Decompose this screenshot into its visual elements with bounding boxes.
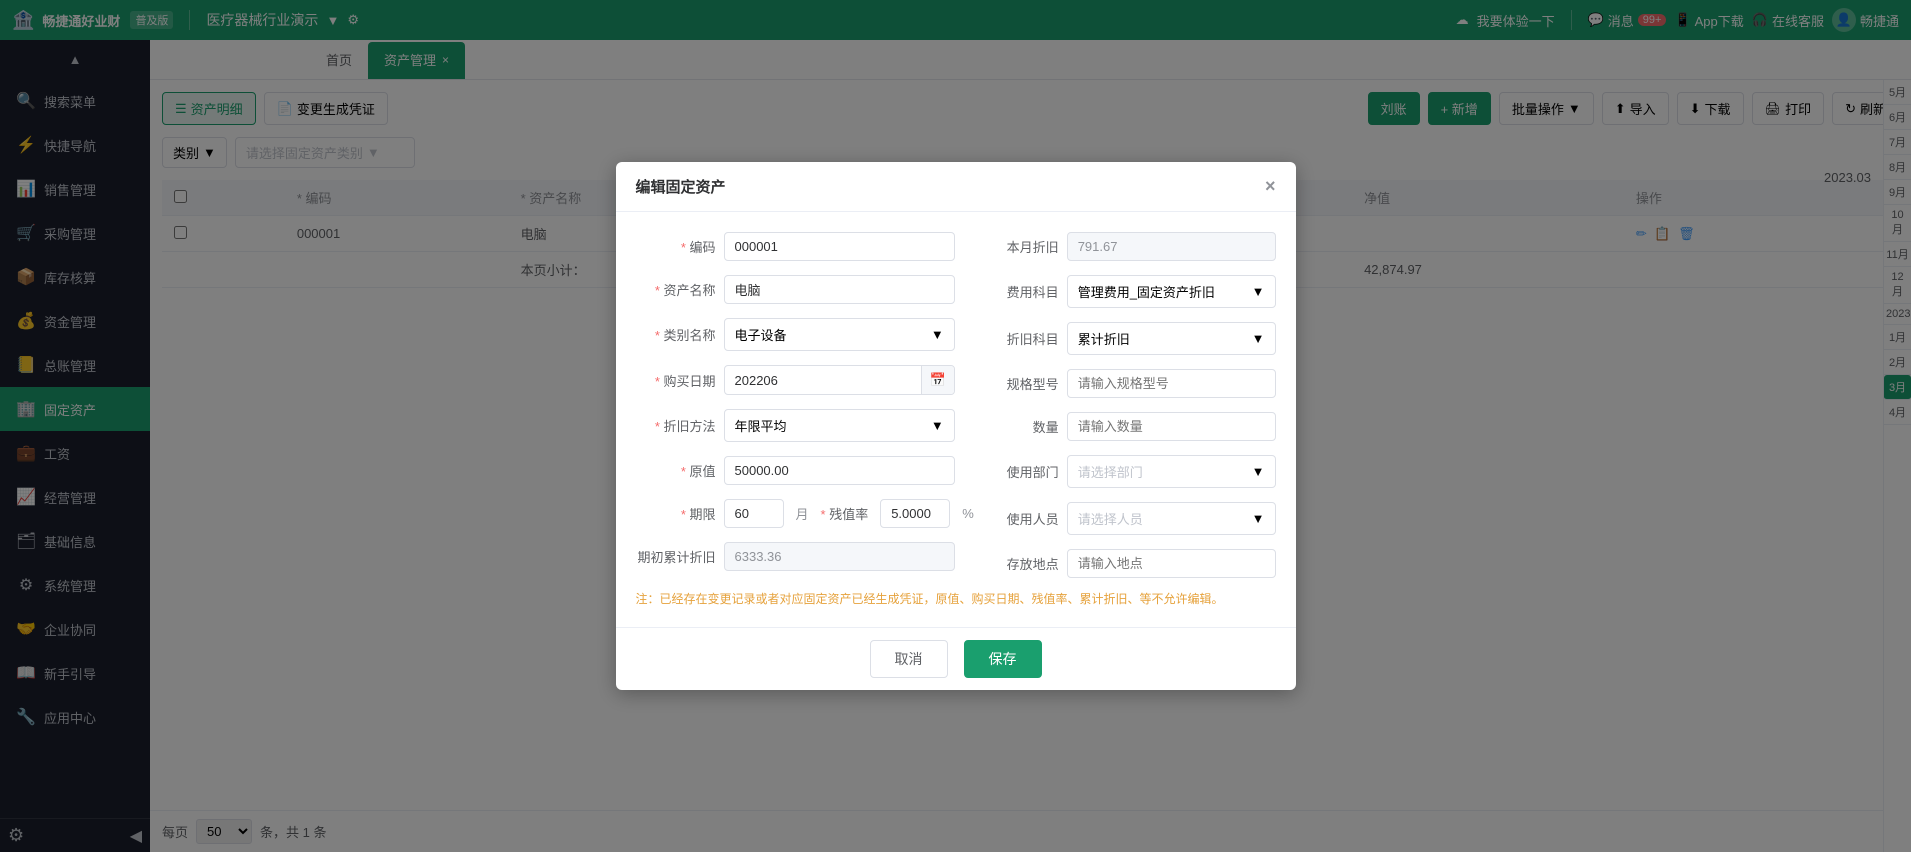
period-input[interactable]	[724, 499, 784, 528]
depreciation-method-icon: ▼	[931, 418, 944, 433]
field-dep-account: 折旧科目 累计折旧 ▼	[979, 322, 1276, 355]
field-user: 使用人员 请选择人员 ▼	[979, 502, 1276, 535]
modal-header: 编辑固定资产 ×	[616, 162, 1296, 212]
residual-rate-label: 残值率	[821, 504, 869, 523]
field-name: 资产名称	[636, 275, 955, 304]
field-quantity: 数量	[979, 412, 1276, 441]
form-right: 本月折旧 费用科目 管理费用_固定资产折旧 ▼ 折旧科目	[979, 232, 1276, 578]
quantity-label: 数量	[979, 417, 1059, 436]
form-grid: 编码 资产名称 类别名称 电子设备 ▼	[636, 232, 1276, 578]
cancel-btn[interactable]: 取消	[870, 640, 948, 678]
form-left: 编码 资产名称 类别名称 电子设备 ▼	[636, 232, 955, 578]
spec-model-input[interactable]	[1067, 369, 1276, 398]
calendar-icon[interactable]: 📅	[921, 366, 954, 394]
residual-rate-input[interactable]	[880, 499, 950, 528]
purchase-date-label: 购买日期	[636, 371, 716, 390]
monthly-dep-label: 本月折旧	[979, 237, 1059, 256]
quantity-input[interactable]	[1067, 412, 1276, 441]
user-select[interactable]: 请选择人员 ▼	[1067, 502, 1276, 535]
original-value-label: 原值	[636, 461, 716, 480]
depreciation-method-label: 折旧方法	[636, 416, 716, 435]
purchase-date-input[interactable]	[725, 367, 921, 394]
category-select-value: 电子设备	[735, 325, 787, 344]
field-monthly-dep: 本月折旧	[979, 232, 1276, 261]
field-code: 编码	[636, 232, 955, 261]
modal-overlay[interactable]: 编辑固定资产 × 编码 资产名称	[0, 0, 1911, 852]
field-spec-model: 规格型号	[979, 369, 1276, 398]
initial-dep-label: 期初累计折旧	[636, 547, 716, 566]
department-select[interactable]: 请选择部门 ▼	[1067, 455, 1276, 488]
modal-footer: 取消 保存	[616, 627, 1296, 690]
expense-account-select[interactable]: 管理费用_固定资产折旧 ▼	[1067, 275, 1276, 308]
department-icon: ▼	[1252, 464, 1265, 479]
dep-account-label: 折旧科目	[979, 329, 1059, 348]
field-purchase-date: 购买日期 📅	[636, 365, 955, 395]
field-original-value: 原值	[636, 456, 955, 485]
modal-note: 注：已经存在变更记录或者对应固定资产已经生成凭证，原值、购买日期、残值率、累计折…	[636, 590, 1276, 607]
user-label: 使用人员	[979, 509, 1059, 528]
dep-account-value: 累计折旧	[1078, 329, 1130, 348]
depreciation-method-select[interactable]: 年限平均 ▼	[724, 409, 955, 442]
depreciation-method-value: 年限平均	[735, 416, 787, 435]
field-department: 使用部门 请选择部门 ▼	[979, 455, 1276, 488]
field-expense-account: 费用科目 管理费用_固定资产折旧 ▼	[979, 275, 1276, 308]
user-placeholder: 请选择人员	[1078, 509, 1143, 528]
expense-account-label: 费用科目	[979, 282, 1059, 301]
dep-account-icon: ▼	[1252, 331, 1265, 346]
spec-model-label: 规格型号	[979, 374, 1059, 393]
field-initial-depreciation: 期初累计折旧	[636, 542, 955, 571]
category-label: 类别名称	[636, 325, 716, 344]
field-category: 类别名称 电子设备 ▼	[636, 318, 955, 351]
expense-account-value: 管理费用_固定资产折旧	[1078, 282, 1215, 301]
modal-close-btn[interactable]: ×	[1265, 176, 1276, 197]
field-location: 存放地点	[979, 549, 1276, 578]
category-select-icon: ▼	[931, 327, 944, 342]
code-label: 编码	[636, 237, 716, 256]
period-unit: 月	[796, 504, 809, 523]
expense-account-icon: ▼	[1252, 284, 1265, 299]
edit-asset-modal: 编辑固定资产 × 编码 资产名称	[616, 162, 1296, 690]
location-input[interactable]	[1067, 549, 1276, 578]
user-icon: ▼	[1252, 511, 1265, 526]
category-select[interactable]: 电子设备 ▼	[724, 318, 955, 351]
modal-title: 编辑固定资产	[636, 176, 726, 197]
residual-rate-unit: %	[962, 506, 974, 521]
initial-dep-input	[724, 542, 955, 571]
location-label: 存放地点	[979, 554, 1059, 573]
monthly-dep-input	[1067, 232, 1276, 261]
dep-account-select[interactable]: 累计折旧 ▼	[1067, 322, 1276, 355]
department-label: 使用部门	[979, 462, 1059, 481]
original-value-input[interactable]	[724, 456, 955, 485]
field-period: 期限 月 残值率 %	[636, 499, 955, 528]
period-label: 期限	[636, 504, 716, 523]
department-placeholder: 请选择部门	[1078, 462, 1143, 481]
code-input[interactable]	[724, 232, 955, 261]
field-depreciation-method: 折旧方法 年限平均 ▼	[636, 409, 955, 442]
modal-body: 编码 资产名称 类别名称 电子设备 ▼	[616, 212, 1296, 627]
name-label: 资产名称	[636, 280, 716, 299]
save-btn[interactable]: 保存	[964, 640, 1042, 678]
name-input[interactable]	[724, 275, 955, 304]
